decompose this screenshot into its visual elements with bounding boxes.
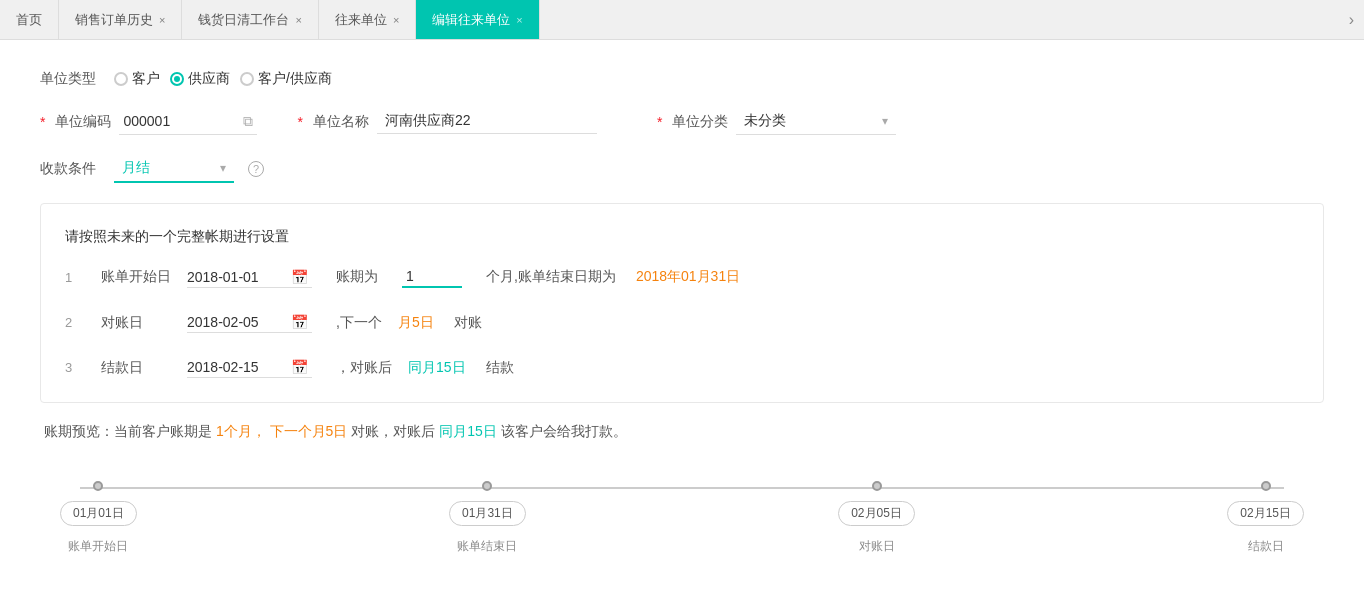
unit-code-group: * 单位编码 ⧉ — [40, 109, 257, 135]
payment-dropdown-icon: ▾ — [220, 161, 226, 175]
field-label-2: 对账日 — [101, 314, 171, 332]
reconcile-desc-prefix: ,下一个 — [336, 314, 382, 332]
row-num-2: 2 — [65, 315, 85, 330]
section-title: 请按照未来的一个完整帐期进行设置 — [65, 228, 1299, 246]
tl-sublabel-1: 账单开始日 — [68, 538, 128, 555]
tl-sublabel-3: 对账日 — [859, 538, 895, 555]
timeline-point-3: 02月05日 对账日 — [838, 471, 915, 555]
billing-row-2: 2 对账日 📅 ,下一个 月5日 对账 — [65, 312, 1299, 333]
calendar-icon-1[interactable]: 📅 — [287, 269, 312, 285]
tab-home[interactable]: 首页 — [0, 0, 59, 39]
tl-badge-3: 02月05日 — [838, 501, 915, 526]
tab-sales-order-history[interactable]: 销售订单历史 × — [59, 0, 182, 39]
timeline-point-2: 01月31日 账单结束日 — [449, 471, 526, 555]
close-tab-sales[interactable]: × — [159, 14, 165, 26]
timeline-point-1: 01月01日 账单开始日 — [60, 471, 137, 555]
required-star-classify: * — [657, 114, 662, 130]
main-content: 单位类型 客户 供应商 客户/供应商 * 单位编码 ⧉ * 单位名称 — [0, 40, 1364, 608]
field-label-3: 结款日 — [101, 359, 171, 377]
unit-type-label: 单位类型 — [40, 70, 96, 88]
payment-terms-value: 月结 — [122, 159, 220, 177]
unit-name-input[interactable] — [377, 109, 597, 134]
unit-name-label: 单位名称 — [313, 113, 369, 131]
billing-row-1: 1 账单开始日 📅 账期为 个月,账单结束日期为 2018年01月31日 — [65, 266, 1299, 288]
payment-desc-prefix: ，对账后 — [336, 359, 392, 377]
payment-date-input[interactable] — [187, 359, 287, 375]
date-input-2: 📅 — [187, 312, 312, 333]
unit-code-input-wrap: ⧉ — [119, 109, 257, 135]
tl-dot-2 — [482, 481, 492, 491]
unit-classify-value: 未分类 — [744, 112, 882, 130]
radio-supplier[interactable]: 供应商 — [170, 70, 230, 88]
tab-partner-units[interactable]: 往来单位 × — [319, 0, 416, 39]
tab-cash-reconciliation[interactable]: 钱货日清工作台 × — [182, 0, 318, 39]
reconcile-date-input[interactable] — [187, 314, 287, 330]
required-star-name: * — [297, 114, 302, 130]
radio-customer-supplier[interactable]: 客户/供应商 — [240, 70, 332, 88]
preview-suffix: 该客户会给我打款。 — [501, 423, 627, 439]
unit-classify-select[interactable]: 未分类 ▾ — [736, 108, 896, 135]
close-tab-cash[interactable]: × — [295, 14, 301, 26]
tl-badge-2: 01月31日 — [449, 501, 526, 526]
tab-edit-partner-unit[interactable]: 编辑往来单位 × — [416, 0, 539, 39]
billing-row-3: 3 结款日 📅 ，对账后 同月15日 结款 — [65, 357, 1299, 378]
tl-dot-1 — [93, 481, 103, 491]
timeline-container: 01月01日 账单开始日 01月31日 账单结束日 02月05日 对账日 02月… — [40, 461, 1324, 565]
copy-icon[interactable]: ⧉ — [239, 113, 257, 130]
unit-classify-label: 单位分类 — [672, 113, 728, 131]
close-tab-partner[interactable]: × — [393, 14, 399, 26]
preview-middle: 对账，对账后 — [351, 423, 435, 439]
preview-part2: 下一个月5日 — [270, 423, 348, 439]
radio-customer-supplier-label: 客户/供应商 — [258, 70, 332, 88]
preview-part1: 1个月， — [216, 423, 266, 439]
payment-terms-label: 收款条件 — [40, 160, 96, 178]
row-num-1: 1 — [65, 270, 85, 285]
row-num-3: 3 — [65, 360, 85, 375]
required-star-code: * — [40, 114, 45, 130]
reconcile-highlight: 月5日 — [398, 314, 434, 332]
period-unit-1: 个月,账单结束日期为 — [486, 268, 616, 286]
preview-part3: 同月15日 — [439, 423, 497, 439]
billing-section: 请按照未来的一个完整帐期进行设置 1 账单开始日 📅 账期为 个月,账单结束日期… — [40, 203, 1324, 403]
preview-prefix: 账期预览：当前客户账期是 — [44, 423, 212, 439]
unit-code-label: 单位编码 — [55, 113, 111, 131]
field-label-1: 账单开始日 — [101, 268, 171, 286]
date-input-3: 📅 — [187, 357, 312, 378]
preview-row: 账期预览：当前客户账期是 1个月， 下一个月5日 对账，对账后 同月15日 该客… — [40, 423, 1324, 441]
start-date-input[interactable] — [187, 269, 287, 285]
unit-code-input[interactable] — [119, 113, 239, 129]
help-icon[interactable]: ? — [248, 161, 264, 177]
tl-sublabel-2: 账单结束日 — [457, 538, 517, 555]
radio-customer-label: 客户 — [132, 70, 160, 88]
calendar-icon-2[interactable]: 📅 — [287, 314, 312, 330]
radio-supplier-label: 供应商 — [188, 70, 230, 88]
tl-badge-4: 02月15日 — [1227, 501, 1304, 526]
timeline-point-4: 02月15日 结款日 — [1227, 471, 1304, 555]
unit-info-row: * 单位编码 ⧉ * 单位名称 * 单位分类 未分类 ▾ — [40, 108, 1324, 135]
radio-customer[interactable]: 客户 — [114, 70, 160, 88]
payment-terms-row: 收款条件 月结 ▾ ? — [40, 155, 1324, 183]
unit-classify-group: * 单位分类 未分类 ▾ — [657, 108, 896, 135]
unit-type-row: 单位类型 客户 供应商 客户/供应商 — [40, 70, 1324, 88]
payment-terms-select[interactable]: 月结 ▾ — [114, 155, 234, 183]
reconcile-desc-suffix: 对账 — [454, 314, 482, 332]
tab-more-button[interactable]: › — [1339, 11, 1364, 29]
tl-dot-4 — [1261, 481, 1271, 491]
tl-dot-3 — [872, 481, 882, 491]
calendar-icon-3[interactable]: 📅 — [287, 359, 312, 375]
period-input[interactable] — [402, 266, 462, 288]
classify-dropdown-icon: ▾ — [882, 114, 888, 128]
close-tab-edit[interactable]: × — [516, 14, 522, 26]
payment-highlight: 同月15日 — [408, 359, 466, 377]
end-date-highlight: 2018年01月31日 — [636, 268, 740, 286]
unit-name-group: * 单位名称 — [297, 109, 596, 134]
tl-sublabel-4: 结款日 — [1248, 538, 1284, 555]
payment-desc-suffix: 结款 — [486, 359, 514, 377]
tl-badge-1: 01月01日 — [60, 501, 137, 526]
date-input-1: 📅 — [187, 267, 312, 288]
tab-bar: 首页 销售订单历史 × 钱货日清工作台 × 往来单位 × 编辑往来单位 × › — [0, 0, 1364, 40]
period-label-1: 账期为 — [336, 268, 378, 286]
